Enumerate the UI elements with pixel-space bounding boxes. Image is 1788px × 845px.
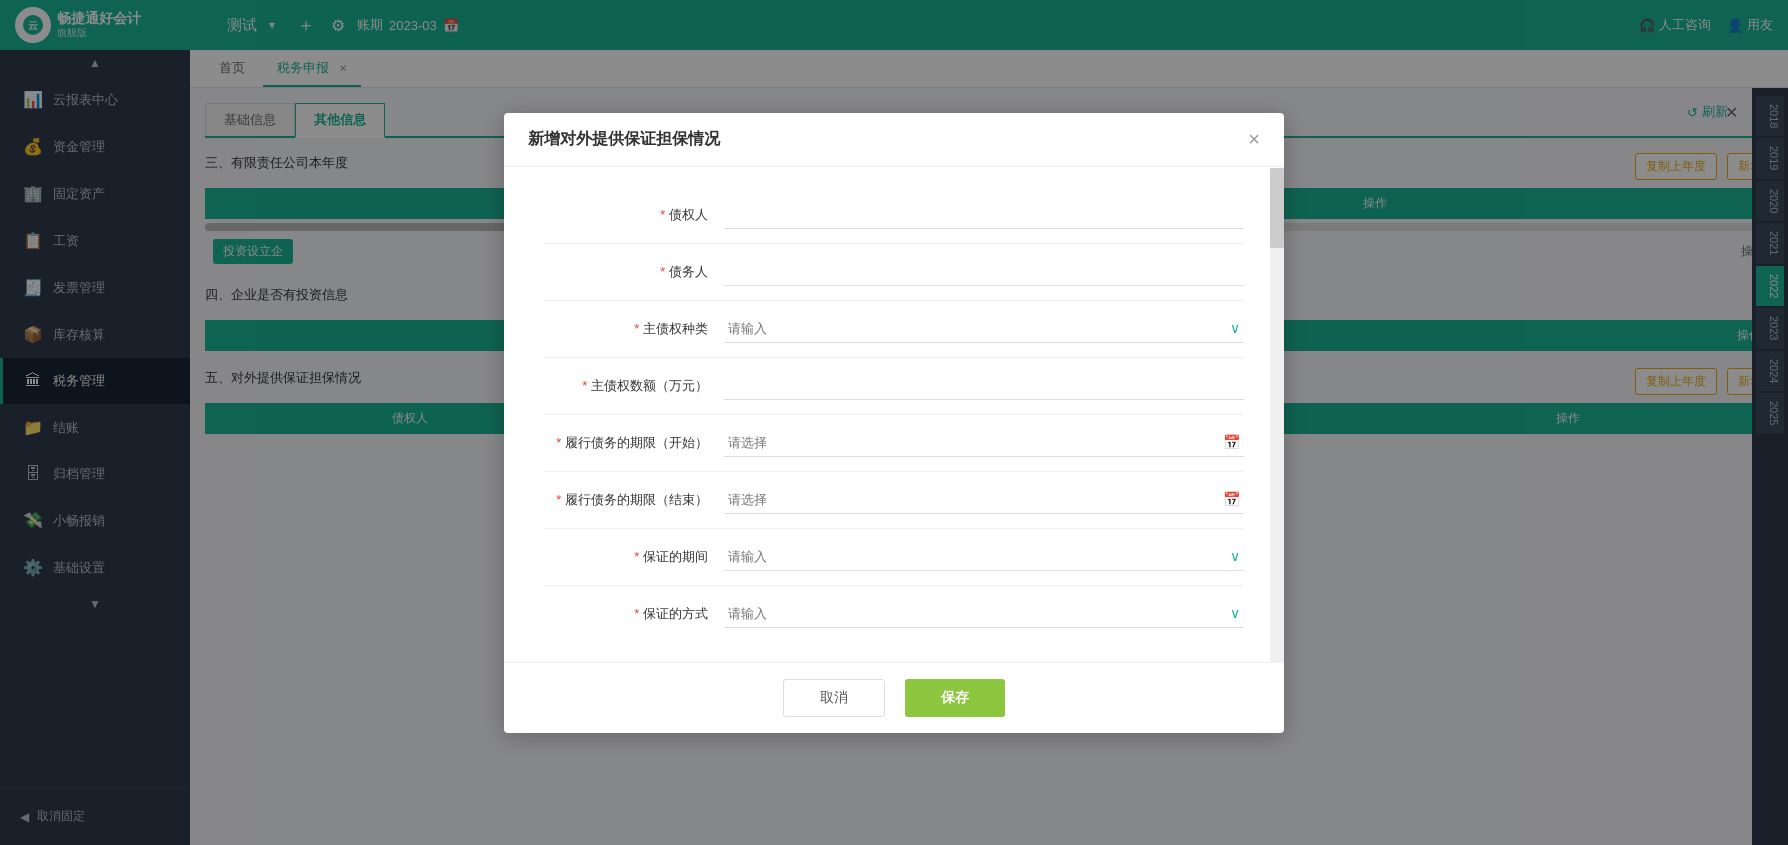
- modal-body: * 债权人 * 债务人 * 主债权种类: [504, 167, 1284, 662]
- obligation-start-cal-icon[interactable]: 📅: [1223, 434, 1244, 450]
- field-debtor-label: * 债务人: [544, 263, 724, 281]
- guarantee-period-dropdown-icon[interactable]: ∨: [1230, 548, 1244, 564]
- field-guarantee-period-input[interactable]: [724, 543, 1230, 570]
- field-guarantee-period-label: * 保证的期间: [544, 548, 724, 566]
- field-obligation-end-input[interactable]: [724, 486, 1223, 513]
- debt-type-dropdown-icon[interactable]: ∨: [1230, 320, 1244, 336]
- modal-overlay: 新增对外提供保证担保情况 × * 债权人 * 债务人: [0, 0, 1788, 845]
- field-guarantee-method-select-wrap: ∨: [724, 600, 1244, 628]
- field-obligation-start-date-wrap: 📅: [724, 429, 1244, 457]
- field-obligation-end-label: * 履行债务的期限（结束）: [544, 491, 724, 509]
- field-debt-type-row: * 主债权种类 ∨: [544, 301, 1244, 358]
- field-debt-type-select-wrap: ∨: [724, 315, 1244, 343]
- field-guarantee-method-input[interactable]: [724, 600, 1230, 627]
- modal-close-btn[interactable]: ×: [1248, 129, 1260, 149]
- modal-header: 新增对外提供保证担保情况 ×: [504, 113, 1284, 167]
- modal-scroll-thumb: [1270, 168, 1284, 248]
- field-creditor-input[interactable]: [724, 201, 1244, 229]
- cancel-button[interactable]: 取消: [783, 679, 885, 717]
- field-guarantee-period-select-wrap: ∨: [724, 543, 1244, 571]
- field-guarantee-method-row: * 保证的方式 ∨: [544, 586, 1244, 642]
- field-obligation-start-label: * 履行债务的期限（开始）: [544, 434, 724, 452]
- guarantee-method-dropdown-icon[interactable]: ∨: [1230, 605, 1244, 621]
- field-guarantee-period-row: * 保证的期间 ∨: [544, 529, 1244, 586]
- field-creditor-row: * 债权人: [544, 187, 1244, 244]
- field-obligation-start-input[interactable]: [724, 429, 1223, 456]
- field-debt-type-label: * 主债权种类: [544, 320, 724, 338]
- field-debt-amount-input[interactable]: [724, 372, 1244, 400]
- field-debtor-input[interactable]: [724, 258, 1244, 286]
- field-obligation-start-row: * 履行债务的期限（开始） 📅: [544, 415, 1244, 472]
- field-guarantee-method-label: * 保证的方式: [544, 605, 724, 623]
- field-obligation-end-date-wrap: 📅: [724, 486, 1244, 514]
- modal-footer: 取消 保存: [504, 662, 1284, 733]
- modal-scroll-track[interactable]: [1270, 168, 1284, 663]
- modal-dialog: 新增对外提供保证担保情况 × * 债权人 * 债务人: [504, 113, 1284, 733]
- field-debt-amount-row: * 主债权数额（万元）: [544, 358, 1244, 415]
- save-button[interactable]: 保存: [905, 679, 1005, 717]
- modal-title: 新增对外提供保证担保情况: [528, 129, 720, 150]
- field-creditor-label: * 债权人: [544, 206, 724, 224]
- field-obligation-end-row: * 履行债务的期限（结束） 📅: [544, 472, 1244, 529]
- field-debt-amount-label: * 主债权数额（万元）: [544, 377, 724, 395]
- field-debt-type-input[interactable]: [724, 315, 1230, 342]
- field-debtor-row: * 债务人: [544, 244, 1244, 301]
- obligation-end-cal-icon[interactable]: 📅: [1223, 491, 1244, 507]
